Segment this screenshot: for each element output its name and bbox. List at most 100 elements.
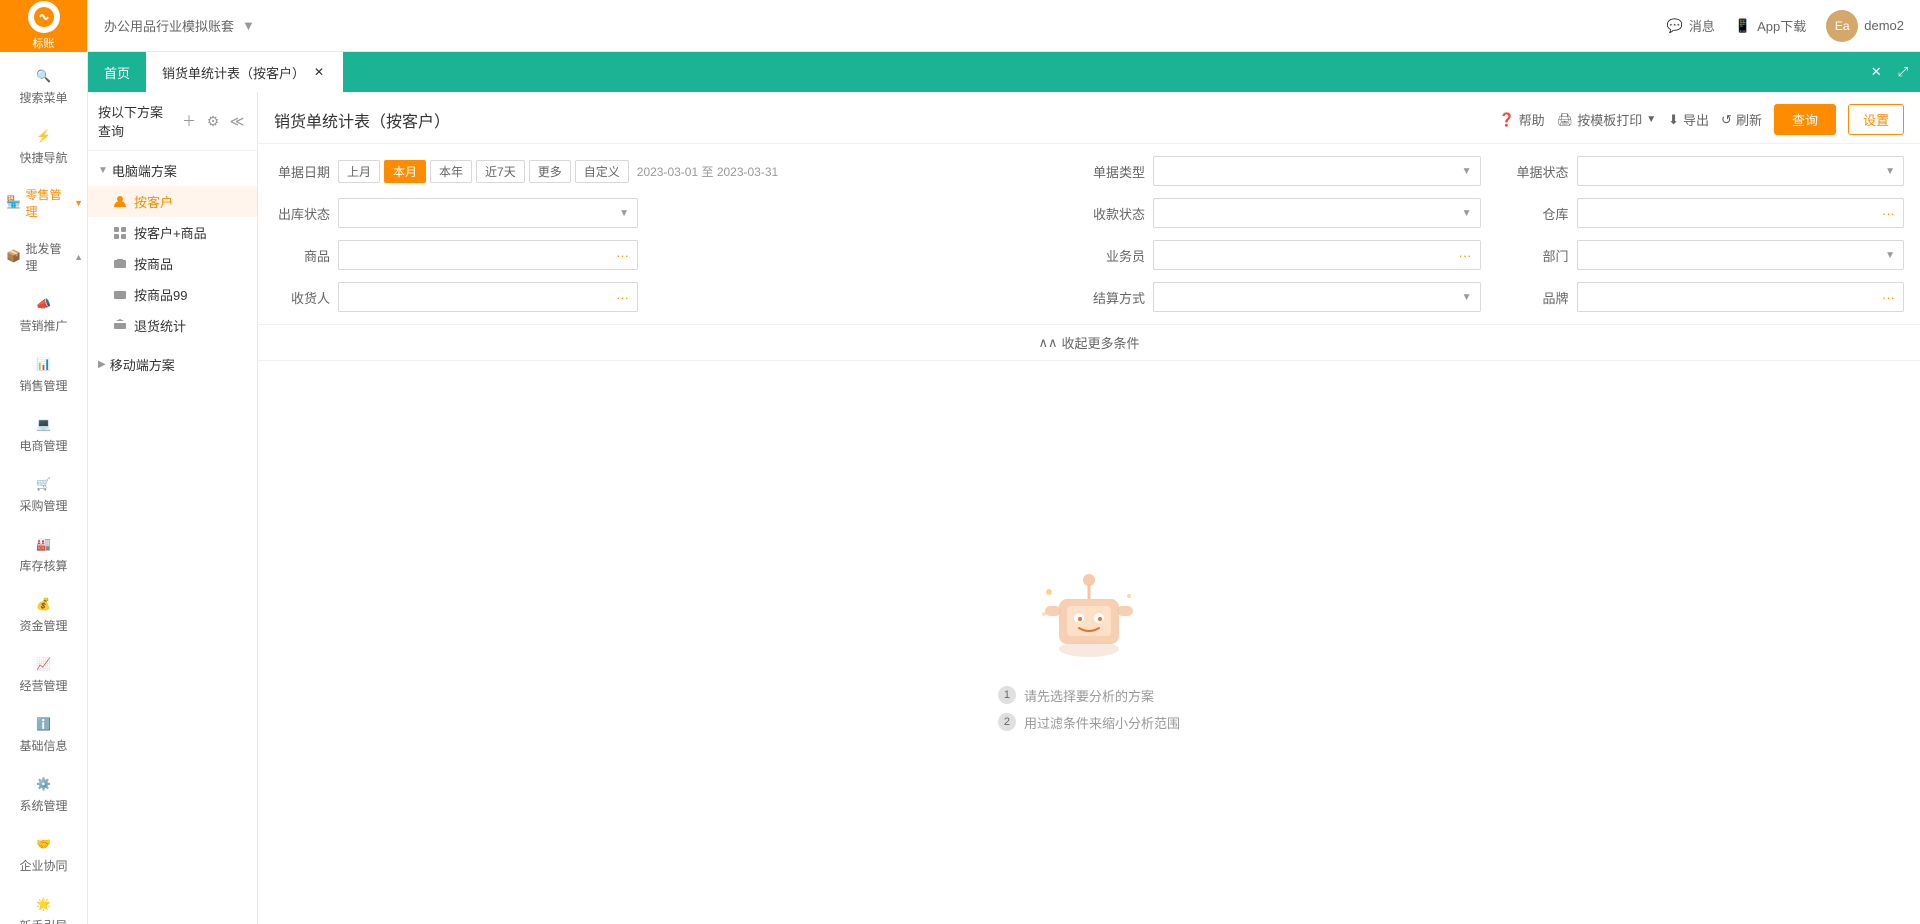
template-print-btn[interactable]: 🖨 按模板打印 ▼ bbox=[1557, 110, 1656, 129]
date-custom-btn[interactable]: 自定义 bbox=[575, 160, 629, 183]
filter-row-1: 单据日期 上月 本月 本年 近7天 更多 自定义 2023-03-01 至 20… bbox=[274, 156, 1904, 186]
avatar: Ea bbox=[1826, 10, 1858, 42]
tab-home[interactable]: 首页 bbox=[88, 52, 146, 92]
user-menu[interactable]: Ea demo2 bbox=[1826, 10, 1904, 42]
tabs-bar: 首页 销货单统计表（按客户） ✕ ✕ ⤢ bbox=[88, 52, 1920, 92]
sidebar-search-label: 搜索菜单 bbox=[19, 89, 67, 106]
scheme-settings-btn[interactable]: ⚙ bbox=[203, 111, 223, 131]
brand-select[interactable]: ··· bbox=[1577, 282, 1905, 312]
sidebar-item-wholesale[interactable]: 📦 批发管理 ▲ bbox=[0, 230, 87, 284]
product99-icon bbox=[112, 287, 128, 303]
filter-type: 单据类型 ▼ bbox=[1089, 156, 1481, 186]
export-icon: ⬇ bbox=[1668, 112, 1679, 128]
status-control: ▼ bbox=[1577, 156, 1905, 186]
app-download-btn[interactable]: 📱 App下载 bbox=[1735, 16, 1806, 35]
scheme-item-by-product[interactable]: 按商品 bbox=[88, 248, 257, 279]
scheme-item-by-product99[interactable]: 按商品99 bbox=[88, 279, 257, 310]
empty-state: 1 请先选择要分析的方案 2 用过滤条件来缩小分析范围 bbox=[258, 361, 1920, 924]
header-left: 办公用品行业模拟账套 ▼ bbox=[104, 16, 255, 35]
refresh-btn[interactable]: ↺ 刷新 bbox=[1721, 110, 1762, 129]
message-icon: 💬 bbox=[1667, 18, 1683, 34]
receiver-select[interactable]: ··· bbox=[338, 282, 638, 312]
out-status-label: 出库状态 bbox=[274, 204, 330, 223]
query-button[interactable]: 查询 bbox=[1774, 104, 1836, 135]
sidebar-item-retail[interactable]: 🏪 零售管理 ▼ bbox=[0, 176, 87, 230]
scheme-item-return-stats[interactable]: 退货统计 bbox=[88, 310, 257, 341]
retail-icon: 🏪 bbox=[4, 192, 23, 212]
sidebar-item-inventory[interactable]: 🏭 库存核算 bbox=[0, 524, 87, 584]
home-tab-label: 首页 bbox=[104, 63, 130, 82]
sidebar-item-newcomer[interactable]: 🌟 新手引导 bbox=[0, 884, 87, 924]
export-btn[interactable]: ⬇ 导出 bbox=[1668, 110, 1709, 129]
sidebar-item-enterprise[interactable]: 🤝 企业协同 bbox=[0, 824, 87, 884]
type-select[interactable]: ▼ bbox=[1153, 156, 1481, 186]
product-select[interactable]: ··· bbox=[338, 240, 638, 270]
sidebar-item-finance[interactable]: 💰 资金管理 bbox=[0, 584, 87, 644]
scheme-add-btn[interactable]: ＋ bbox=[179, 111, 199, 131]
finance-icon: 💰 bbox=[34, 594, 54, 614]
filter-status: 单据状态 ▼ bbox=[1513, 156, 1905, 186]
tip-num-1: 1 bbox=[998, 686, 1016, 704]
message-btn[interactable]: 💬 消息 bbox=[1667, 16, 1715, 35]
sidebar-item-basics[interactable]: ℹ️ 基础信息 bbox=[0, 704, 87, 764]
sidebar-item-marketing[interactable]: 📣 营销推广 bbox=[0, 284, 87, 344]
receipt-chevron-icon: ▼ bbox=[1462, 208, 1472, 219]
warehouse-select[interactable]: ··· bbox=[1577, 198, 1905, 228]
sidebar-item-search[interactable]: 🔍 搜索菜单 bbox=[0, 56, 87, 116]
sidebar-item-sales[interactable]: 📊 销售管理 bbox=[0, 344, 87, 404]
help-btn[interactable]: ❓ 帮助 bbox=[1498, 110, 1544, 129]
receipt-status-control: ▼ bbox=[1153, 198, 1481, 228]
date-this-month-btn[interactable]: 本月 bbox=[384, 160, 426, 183]
date-last-7days-btn[interactable]: 近7天 bbox=[476, 160, 525, 183]
department-control: ▼ bbox=[1577, 240, 1905, 270]
type-label: 单据类型 bbox=[1089, 162, 1145, 181]
basics-icon: ℹ️ bbox=[34, 714, 54, 734]
filter-settlement: 结算方式 ▼ bbox=[1089, 282, 1481, 312]
brand-dots: ··· bbox=[1882, 290, 1895, 305]
tab-report[interactable]: 销货单统计表（按客户） ✕ bbox=[146, 52, 343, 92]
search-icon: 🔍 bbox=[34, 66, 54, 86]
tab-close-report[interactable]: ✕ bbox=[311, 64, 327, 80]
scheme-item-by-customer-product[interactable]: 按客户+商品 bbox=[88, 217, 257, 248]
settings-button[interactable]: 设置 bbox=[1848, 104, 1904, 135]
sidebar-item-purchase[interactable]: 🛒 采购管理 bbox=[0, 464, 87, 524]
date-more-btn[interactable]: 更多 bbox=[529, 160, 571, 183]
collapse-bar[interactable]: ∧∧ 收起更多条件 bbox=[258, 325, 1920, 361]
main-panel: 销货单统计表（按客户） ❓ 帮助 🖨 按模板打印 ▼ ⬇ 导出 bbox=[258, 92, 1920, 924]
scheme-group-mobile-title[interactable]: ▶ 移动端方案 bbox=[88, 349, 257, 380]
product-icon bbox=[112, 256, 128, 272]
department-chevron-icon: ▼ bbox=[1885, 250, 1895, 261]
status-select[interactable]: ▼ bbox=[1577, 156, 1905, 186]
tip-num-2: 2 bbox=[998, 713, 1016, 731]
receipt-status-select[interactable]: ▼ bbox=[1153, 198, 1481, 228]
date-last-month-btn[interactable]: 上月 bbox=[338, 160, 380, 183]
salesperson-select[interactable]: ··· bbox=[1153, 240, 1481, 270]
department-select[interactable]: ▼ bbox=[1577, 240, 1905, 270]
filter-date: 单据日期 上月 本月 本年 近7天 更多 自定义 2023-03-01 至 20… bbox=[274, 160, 1057, 183]
scheme-group-desktop-title[interactable]: ▼ 电脑端方案 bbox=[88, 155, 257, 186]
sidebar-item-operations[interactable]: 📈 经营管理 bbox=[0, 644, 87, 704]
industry-dropdown-icon[interactable]: ▼ bbox=[242, 18, 255, 33]
logo-text: 标账 bbox=[33, 35, 55, 51]
main-area: 办公用品行业模拟账套 ▼ 💬 消息 📱 App下载 Ea demo2 首页 bbox=[88, 0, 1920, 924]
top-header: 办公用品行业模拟账套 ▼ 💬 消息 📱 App下载 Ea demo2 bbox=[88, 0, 1920, 52]
out-status-select[interactable]: ▼ bbox=[338, 198, 638, 228]
filter-out-status: 出库状态 ▼ bbox=[274, 198, 1057, 228]
group-arrow-icon: ▼ bbox=[98, 165, 108, 176]
page-content: 按以下方案查询 ＋ ⚙ ≪ ▼ 电脑端方案 bbox=[88, 92, 1920, 924]
scheme-header-actions: ＋ ⚙ ≪ bbox=[179, 111, 247, 131]
filter-row-3: 商品 ··· 业务员 ··· bbox=[274, 240, 1904, 270]
date-this-year-btn[interactable]: 本年 bbox=[430, 160, 472, 183]
settlement-select[interactable]: ▼ bbox=[1153, 282, 1481, 312]
warehouse-control: ··· bbox=[1577, 198, 1905, 228]
scheme-collapse-btn[interactable]: ≪ bbox=[227, 111, 247, 131]
tab-maximize-btn[interactable]: ⤢ bbox=[1894, 60, 1912, 84]
tab-close-all-btn[interactable]: ✕ bbox=[1867, 60, 1886, 84]
sidebar-item-system[interactable]: ⚙️ 系统管理 bbox=[0, 764, 87, 824]
sidebar-item-ecommerce[interactable]: 💻 电商管理 bbox=[0, 404, 87, 464]
sidebar-item-quick-nav[interactable]: ⚡ 快捷导航 bbox=[0, 116, 87, 176]
newcomer-icon: 🌟 bbox=[34, 894, 54, 914]
scheme-item-by-customer[interactable]: 按客户 bbox=[88, 186, 257, 217]
receipt-status-label: 收款状态 bbox=[1089, 204, 1145, 223]
marketing-icon: 📣 bbox=[34, 294, 54, 314]
